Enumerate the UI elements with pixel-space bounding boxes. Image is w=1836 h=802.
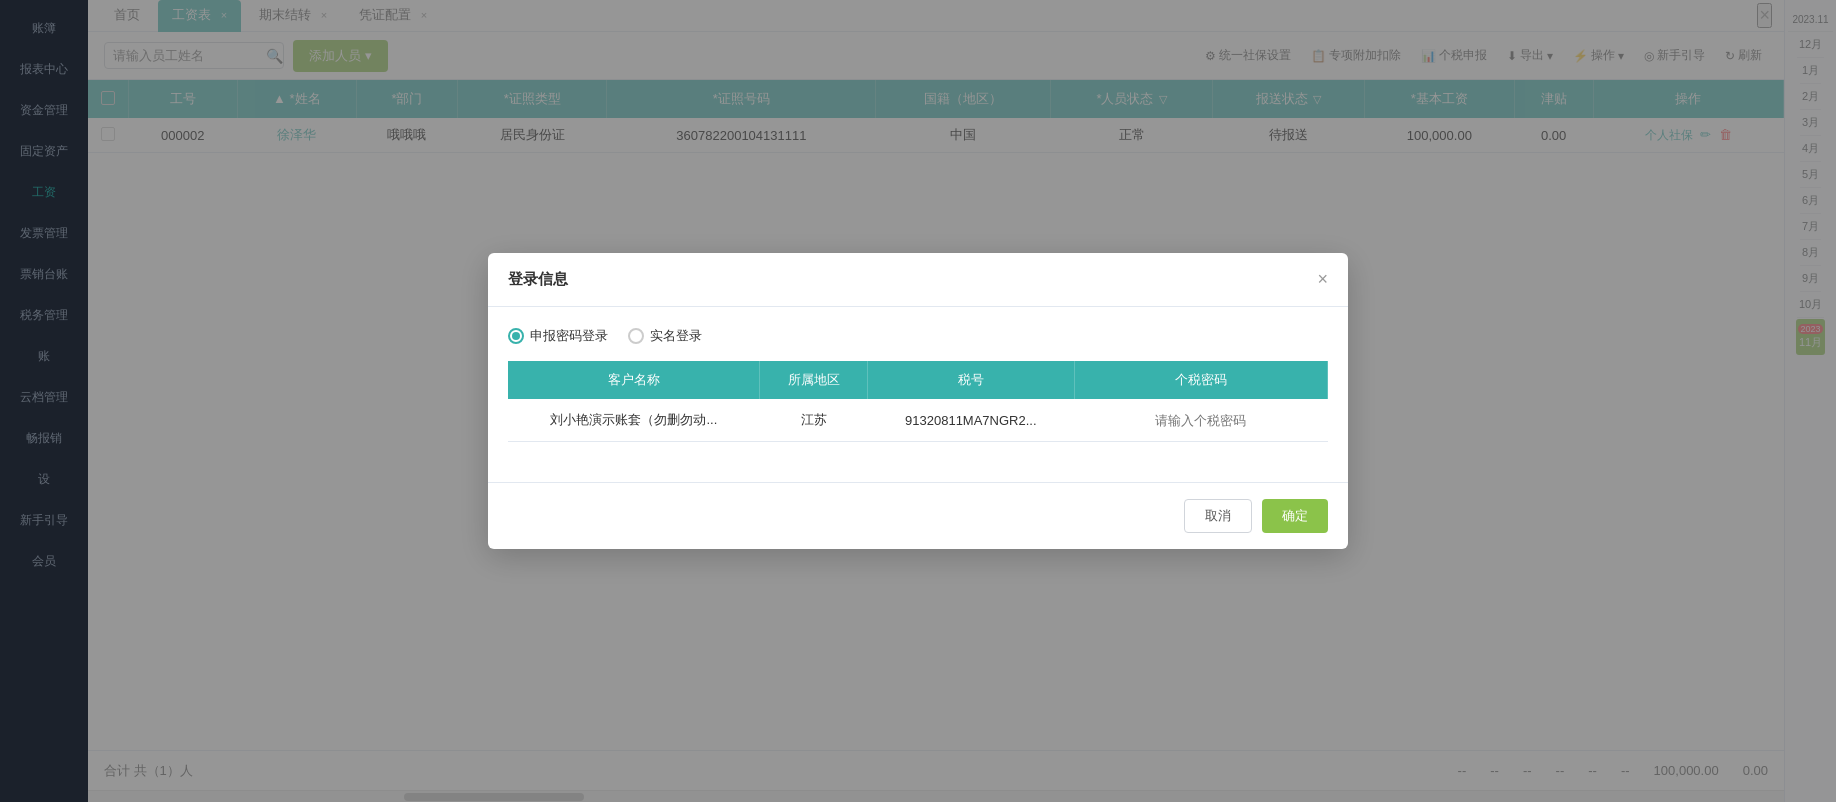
col-region: 所属地区 (760, 361, 868, 399)
col-tax-no: 税号 (867, 361, 1074, 399)
client-taxno-cell: 91320811MA7NGR2... (867, 399, 1074, 442)
dialog-close-button[interactable]: × (1317, 269, 1328, 290)
col-tax-password: 个税密码 (1074, 361, 1327, 399)
login-method-group: 申报密码登录 实名登录 (508, 327, 1328, 345)
client-table: 客户名称 所属地区 税号 个税密码 刘小艳演示账套（勿删勿动... 江苏 913… (508, 361, 1328, 442)
radio-realname-dot (628, 328, 644, 344)
dialog-title: 登录信息 (508, 270, 568, 289)
cancel-button[interactable]: 取消 (1184, 499, 1252, 533)
client-region-cell: 江苏 (760, 399, 868, 442)
client-name-cell: 刘小艳演示账套（勿删勿动... (508, 399, 760, 442)
radio-password-dot (508, 328, 524, 344)
radio-password-login[interactable]: 申报密码登录 (508, 327, 608, 345)
client-row: 刘小艳演示账套（勿删勿动... 江苏 91320811MA7NGR2... (508, 399, 1328, 442)
radio-realname-login[interactable]: 实名登录 (628, 327, 702, 345)
confirm-button[interactable]: 确定 (1262, 499, 1328, 533)
client-password-cell (1074, 399, 1327, 442)
dialog-overlay: 登录信息 × 申报密码登录 实名登录 客户名称 所属地区 (0, 0, 1836, 802)
dialog-header: 登录信息 × (488, 253, 1348, 307)
col-client-name: 客户名称 (508, 361, 760, 399)
login-dialog: 登录信息 × 申报密码登录 实名登录 客户名称 所属地区 (488, 253, 1348, 549)
dialog-footer: 取消 确定 (488, 482, 1348, 549)
tax-password-input[interactable] (1090, 413, 1311, 428)
dialog-body: 申报密码登录 实名登录 客户名称 所属地区 税号 个税密码 (488, 307, 1348, 462)
